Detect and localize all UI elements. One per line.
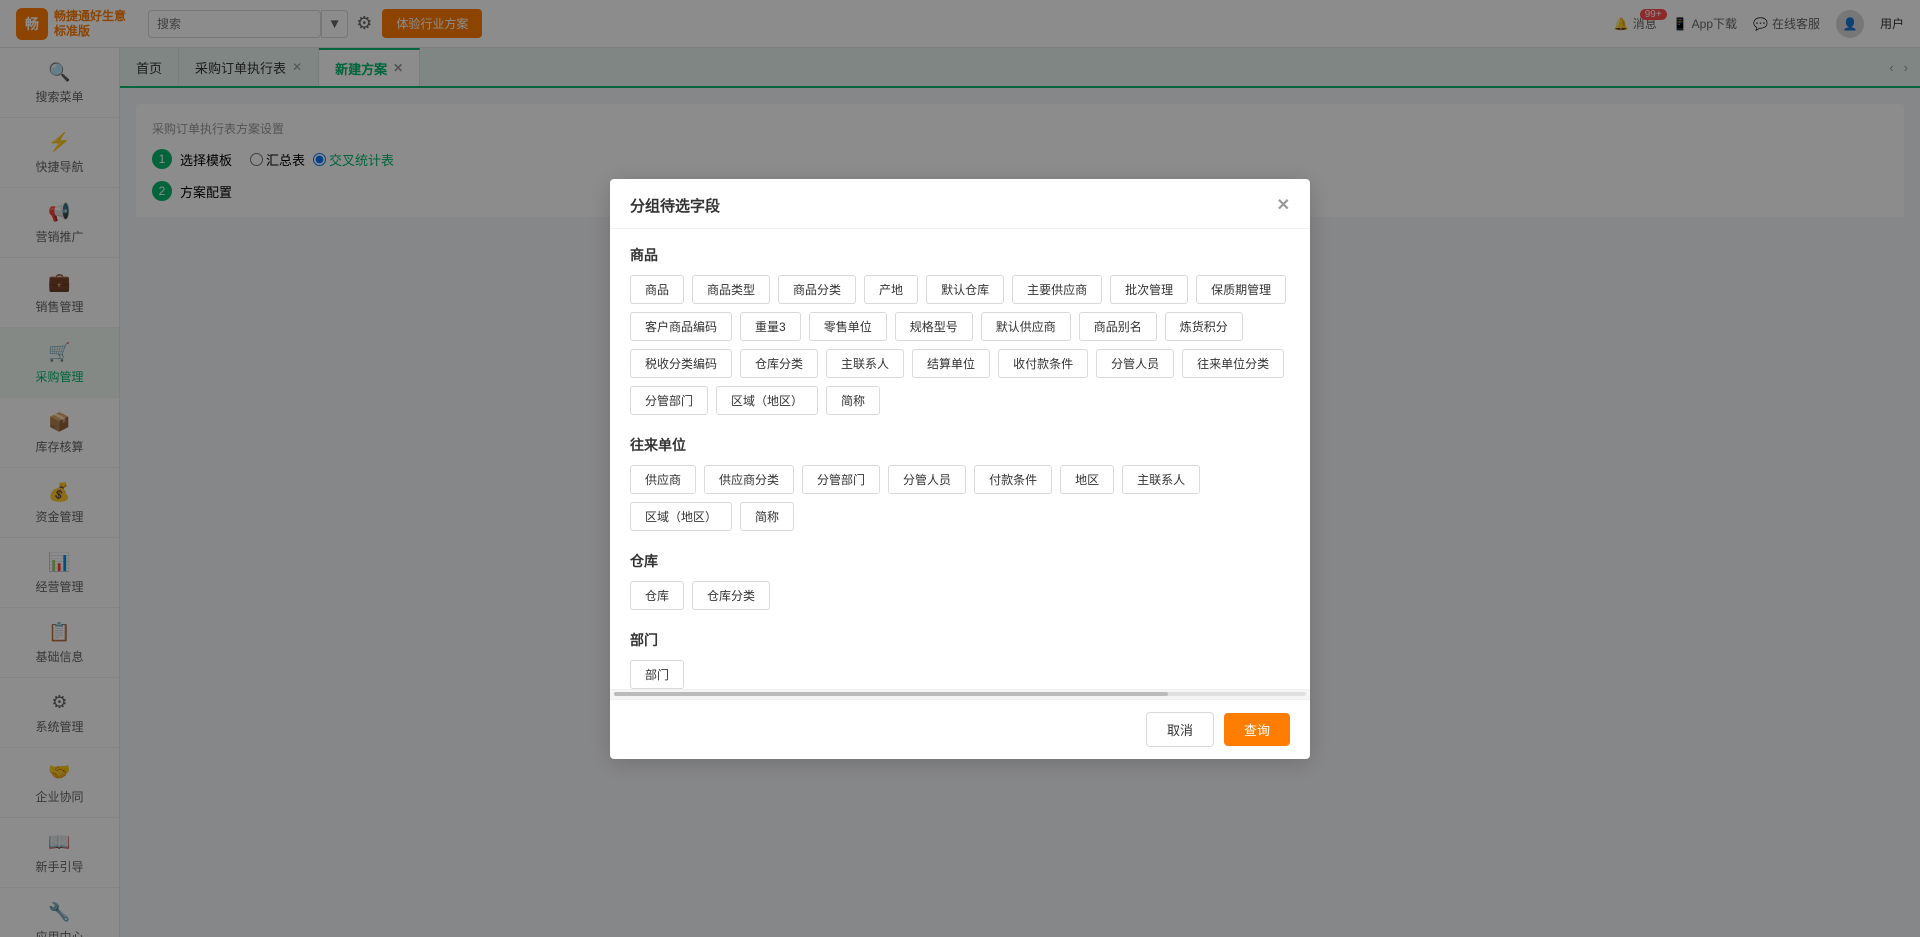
modal-close-btn[interactable]: ✕ — [1277, 195, 1290, 215]
field-tag[interactable]: 结算单位 — [912, 349, 990, 378]
field-tag[interactable]: 重量3 — [740, 312, 801, 341]
section-title-product: 商品 — [630, 245, 1290, 265]
field-tag[interactable]: 分管部门 — [630, 386, 708, 415]
field-tag[interactable]: 产地 — [864, 275, 918, 304]
field-tag[interactable]: 部门 — [630, 660, 684, 689]
field-tag[interactable]: 默认仓库 — [926, 275, 1004, 304]
modal-overlay: 分组待选字段 ✕ 商品 商品 商品类型 商品分类 产地 默认仓库 主要供应商 批… — [0, 0, 1920, 937]
field-tag[interactable]: 分管部门 — [802, 465, 880, 494]
field-tags-product: 商品 商品类型 商品分类 产地 默认仓库 主要供应商 批次管理 保质期管理 客户… — [630, 275, 1290, 415]
modal: 分组待选字段 ✕ 商品 商品 商品类型 商品分类 产地 默认仓库 主要供应商 批… — [610, 179, 1310, 759]
field-tag[interactable]: 零售单位 — [809, 312, 887, 341]
field-tag[interactable]: 地区 — [1060, 465, 1114, 494]
field-tag[interactable]: 简称 — [826, 386, 880, 415]
field-tags-department: 部门 — [630, 660, 1290, 689]
field-tag[interactable]: 仓库分类 — [740, 349, 818, 378]
section-product: 商品 商品 商品类型 商品分类 产地 默认仓库 主要供应商 批次管理 保质期管理… — [630, 245, 1290, 415]
field-tag[interactable]: 简称 — [740, 502, 794, 531]
field-tags-counterparty: 供应商 供应商分类 分管部门 分管人员 付款条件 地区 主联系人 区域（地区） … — [630, 465, 1290, 531]
section-title-warehouse: 仓库 — [630, 551, 1290, 571]
section-counterparty: 往来单位 供应商 供应商分类 分管部门 分管人员 付款条件 地区 主联系人 区域… — [630, 435, 1290, 531]
field-tag[interactable]: 批次管理 — [1110, 275, 1188, 304]
confirm-button[interactable]: 查询 — [1224, 713, 1290, 746]
cancel-button[interactable]: 取消 — [1146, 712, 1214, 747]
field-tag[interactable]: 规格型号 — [895, 312, 973, 341]
field-tag[interactable]: 客户商品编码 — [630, 312, 732, 341]
field-tag[interactable]: 仓库分类 — [692, 581, 770, 610]
field-tag[interactable]: 主联系人 — [1122, 465, 1200, 494]
modal-title: 分组待选字段 — [630, 195, 720, 216]
field-tag[interactable]: 主联系人 — [826, 349, 904, 378]
field-tag[interactable]: 供应商分类 — [704, 465, 794, 494]
field-tag[interactable]: 往来单位分类 — [1182, 349, 1284, 378]
field-tag[interactable]: 仓库 — [630, 581, 684, 610]
modal-header: 分组待选字段 ✕ — [610, 179, 1310, 229]
section-title-counterparty: 往来单位 — [630, 435, 1290, 455]
modal-footer: 取消 查询 — [610, 699, 1310, 759]
field-tag[interactable]: 付款条件 — [974, 465, 1052, 494]
field-tag[interactable]: 商品类型 — [692, 275, 770, 304]
field-tag[interactable]: 分管人员 — [888, 465, 966, 494]
field-tag[interactable]: 供应商 — [630, 465, 696, 494]
field-tag[interactable]: 保质期管理 — [1196, 275, 1286, 304]
section-warehouse: 仓库 仓库 仓库分类 — [630, 551, 1290, 610]
field-tags-warehouse: 仓库 仓库分类 — [630, 581, 1290, 610]
field-tag[interactable]: 商品分类 — [778, 275, 856, 304]
field-tag[interactable]: 分管人员 — [1096, 349, 1174, 378]
field-tag[interactable]: 炼货积分 — [1165, 312, 1243, 341]
modal-body[interactable]: 商品 商品 商品类型 商品分类 产地 默认仓库 主要供应商 批次管理 保质期管理… — [610, 229, 1310, 689]
field-tag[interactable]: 税收分类编码 — [630, 349, 732, 378]
field-tag[interactable]: 主要供应商 — [1012, 275, 1102, 304]
section-title-department: 部门 — [630, 630, 1290, 650]
modal-hscroll[interactable] — [610, 689, 1310, 699]
field-tag[interactable]: 商品别名 — [1079, 312, 1157, 341]
field-tag[interactable]: 默认供应商 — [981, 312, 1071, 341]
field-tag[interactable]: 收付款条件 — [998, 349, 1088, 378]
field-tag[interactable]: 商品 — [630, 275, 684, 304]
section-department: 部门 部门 — [630, 630, 1290, 689]
field-tag[interactable]: 区域（地区） — [716, 386, 818, 415]
field-tag[interactable]: 区域（地区） — [630, 502, 732, 531]
